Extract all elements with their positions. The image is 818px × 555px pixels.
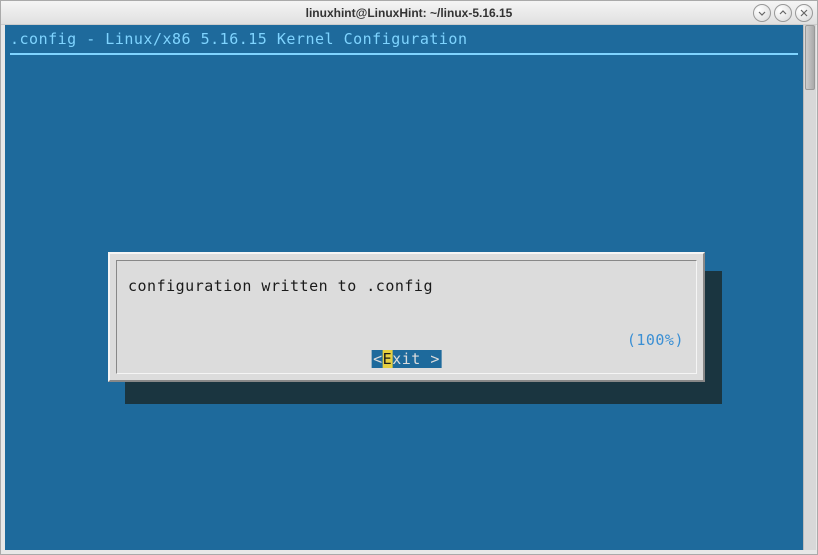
window-title: linuxhint@LinuxHint: ~/linux-5.16.15 <box>306 6 513 20</box>
minimize-button[interactable] <box>753 4 771 22</box>
window-controls <box>753 4 813 22</box>
scrollbar[interactable] <box>803 25 816 550</box>
dialog-message: configuration written to .config <box>128 277 433 295</box>
scrollbar-thumb[interactable] <box>805 25 815 90</box>
config-title: .config - Linux/x86 5.16.15 Kernel Confi… <box>10 30 798 48</box>
terminal-content: .config - Linux/x86 5.16.15 Kernel Confi… <box>5 25 803 550</box>
header-underline <box>10 53 798 55</box>
exit-hotkey: E <box>383 350 393 368</box>
exit-rest: xit > <box>392 350 440 368</box>
exit-button[interactable]: < Exit > <box>371 350 442 368</box>
titlebar[interactable]: linuxhint@LinuxHint: ~/linux-5.16.15 <box>1 1 817 25</box>
progress-indicator: (100%) <box>627 331 684 349</box>
exit-prefix: < <box>373 350 383 368</box>
config-header: .config - Linux/x86 5.16.15 Kernel Confi… <box>10 30 798 55</box>
close-button[interactable] <box>795 4 813 22</box>
terminal-window: linuxhint@LinuxHint: ~/linux-5.16.15 .co… <box>0 0 818 555</box>
dialog-box: configuration written to .config (100%) … <box>108 252 705 382</box>
maximize-button[interactable] <box>774 4 792 22</box>
dialog-inner: configuration written to .config (100%) … <box>116 260 697 374</box>
